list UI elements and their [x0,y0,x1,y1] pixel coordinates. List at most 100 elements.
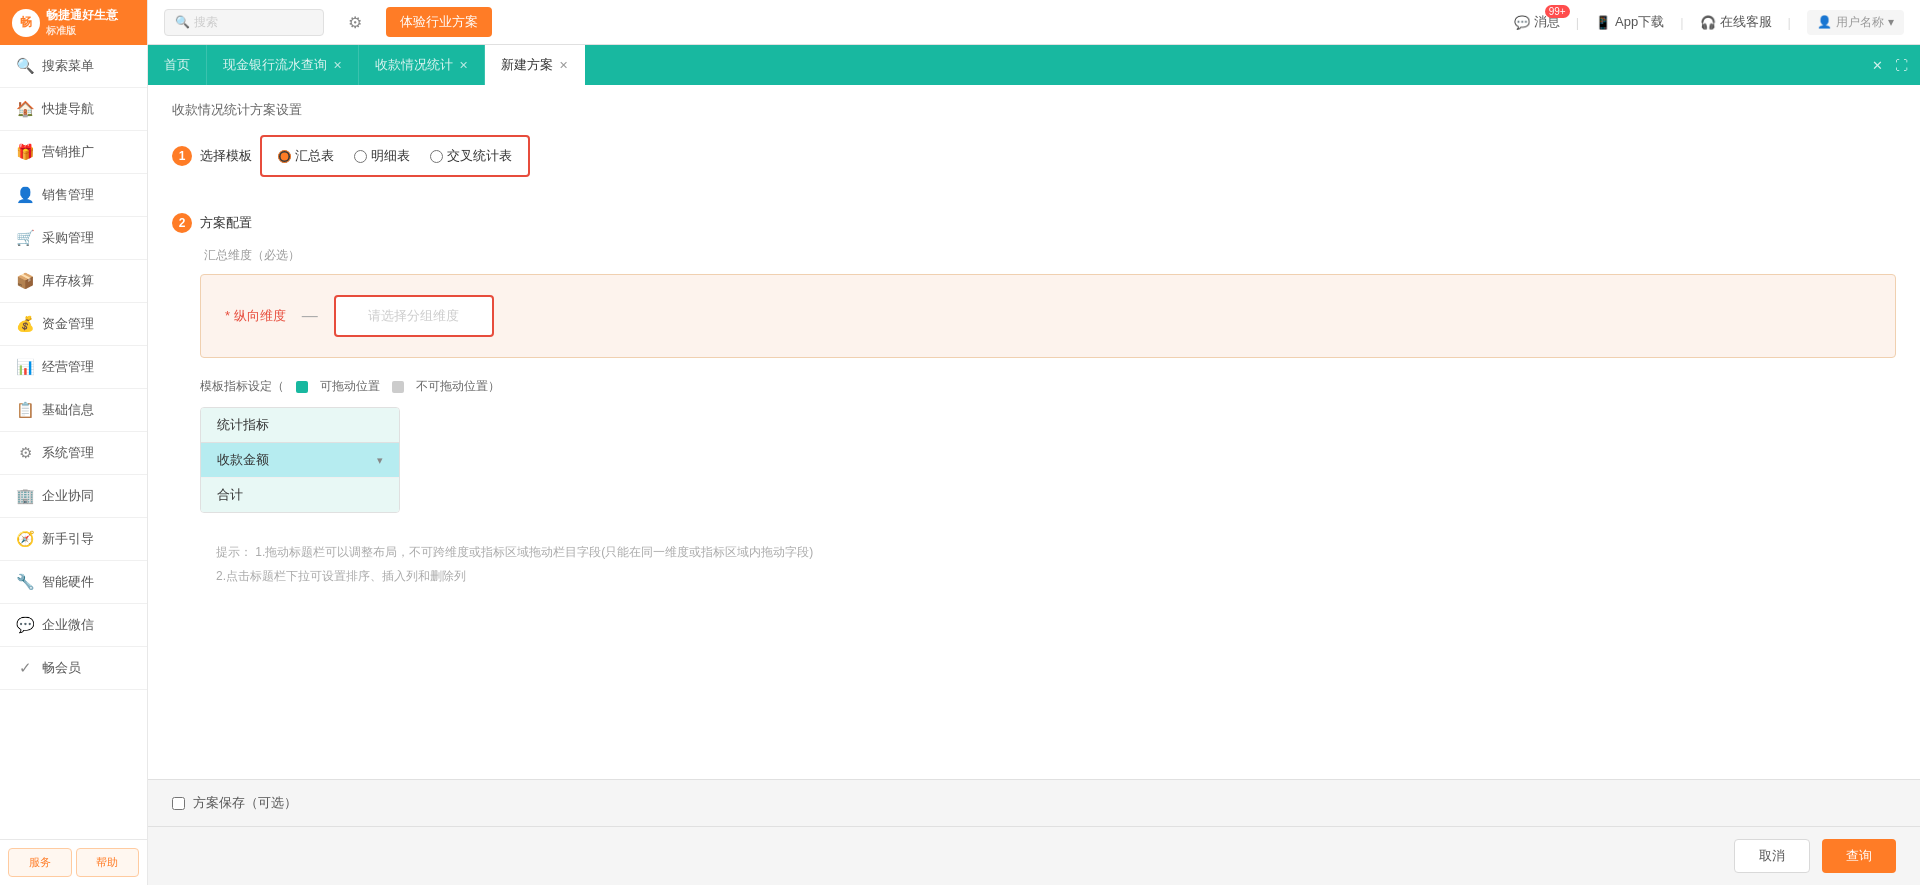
metrics-title-text: 模板指标设定（ [200,378,284,395]
tab-bank-flow-label: 现金银行流水查询 [223,56,327,74]
sidebar-item-label: 资金管理 [42,315,94,333]
radio-detail-input[interactable] [354,150,367,163]
radio-summary[interactable]: 汇总表 [278,147,334,165]
wechat-icon: 💬 [16,616,34,634]
hardware-icon: 🔧 [16,573,34,591]
sidebar-item-member[interactable]: ✓ 畅会员 [0,647,147,690]
marketing-icon: 🎁 [16,143,34,161]
metrics-item-collection[interactable]: 收款金额 ▾ [201,443,399,478]
trial-button[interactable]: 体验行业方案 [386,7,492,37]
section2-label: 方案配置 [200,214,252,232]
help-button[interactable]: 帮助 [76,848,140,877]
tab-collection-stat[interactable]: 收款情况统计 ✕ [359,45,485,85]
basic-info-icon: 📋 [16,401,34,419]
edition-label: 标准版 [46,24,118,38]
message-icon: 💬 [1514,15,1530,30]
chevron-down-icon: ▾ [1888,15,1894,29]
sidebar-item-label: 系统管理 [42,444,94,462]
sidebar-item-operation[interactable]: 📊 经营管理 [0,346,147,389]
brand-name: 畅捷通好生意 [46,7,118,24]
sidebar-item-label: 营销推广 [42,143,94,161]
dimension-dropzone[interactable]: 请选择分组维度 [334,295,494,337]
logo-text: 畅捷通好生意 标准版 [46,7,118,38]
metrics-item-label: 收款金额 [217,451,269,469]
sidebar-item-basic-info[interactable]: 📋 基础信息 [0,389,147,432]
query-button[interactable]: 查询 [1822,839,1896,873]
notification-button[interactable]: 💬 消息 99+ [1514,13,1560,31]
sidebar-item-label: 快捷导航 [42,100,94,118]
metrics-table-header: 统计指标 [201,408,399,443]
dimension-title: 汇总维度（必选） [200,247,1896,264]
topbar: 🔍 搜索 ⚙ 体验行业方案 💬 消息 99+ | 📱 App下载 | 🎧 在线客… [148,0,1920,45]
sidebar-item-hardware[interactable]: 🔧 智能硬件 [0,561,147,604]
template-options: 汇总表 明细表 交叉统计表 [260,135,530,177]
section1: 1 选择模板 汇总表 明细表 交叉统计表 [172,135,1896,177]
search-box[interactable]: 🔍 搜索 [164,9,324,36]
sidebar-bottom: 服务 帮助 [0,839,147,885]
tip-2: 2.点击标题栏下拉可设置排序、插入列和删除列 [200,564,1896,588]
save-checkbox[interactable] [172,797,185,810]
search-placeholder: 搜索 [194,14,218,31]
sidebar-item-label: 搜索菜单 [42,57,94,75]
not-draggable-label: 不可拖动位置） [416,378,500,395]
sidebar-item-label: 企业协同 [42,487,94,505]
metrics-header: 模板指标设定（ 可拖动位置 不可拖动位置） [200,378,1896,395]
user-menu[interactable]: 👤 用户名称 ▾ [1807,10,1904,35]
sidebar-item-search-menu[interactable]: 🔍 搜索菜单 [0,45,147,88]
app-download-button[interactable]: 📱 App下载 [1595,13,1664,31]
save-label[interactable]: 方案保存（可选） [193,794,297,812]
metrics-table: 统计指标 收款金额 ▾ 合计 [200,407,400,513]
service-button[interactable]: 服务 [8,848,72,877]
sidebar-item-sales[interactable]: 👤 销售管理 [0,174,147,217]
radio-crosstab[interactable]: 交叉统计表 [430,147,512,165]
sidebar-logo: 畅 畅捷通好生意 标准版 [0,0,147,45]
sales-icon: 👤 [16,186,34,204]
tab-collection-stat-close[interactable]: ✕ [459,59,468,72]
draggable-badge [296,381,308,393]
radio-summary-input[interactable] [278,150,291,163]
member-icon: ✓ [16,659,34,677]
cancel-button[interactable]: 取消 [1734,839,1810,873]
vertical-dimension-label: 纵向维度 [225,307,286,325]
sidebar-item-label: 库存核算 [42,272,94,290]
sidebar-item-label: 销售管理 [42,186,94,204]
tab-home[interactable]: 首页 [148,45,207,85]
radio-crosstab-input[interactable] [430,150,443,163]
sidebar-item-quick-nav[interactable]: 🏠 快捷导航 [0,88,147,131]
tab-actions: ✕ ⛶ [1860,45,1920,85]
tips-section: 提示： 1.拖动标题栏可以调整布局，不可跨维度或指标区域拖动栏目字段(只能在同一… [200,540,1896,588]
radio-detail[interactable]: 明细表 [354,147,410,165]
sidebar-item-label: 畅会员 [42,659,81,677]
sidebar-item-enterprise[interactable]: 🏢 企业协同 [0,475,147,518]
window-close-icon[interactable]: ✕ [1872,58,1883,73]
metrics-section: 模板指标设定（ 可拖动位置 不可拖动位置） 统计指标 收款金额 ▾ [200,378,1896,516]
finance-icon: 💰 [16,315,34,333]
sidebar-item-label: 经营管理 [42,358,94,376]
metrics-dropdown-icon[interactable]: ▾ [377,454,383,467]
sidebar-item-marketing[interactable]: 🎁 营销推广 [0,131,147,174]
online-service-button[interactable]: 🎧 在线客服 [1700,13,1772,31]
tab-new-plan-close[interactable]: ✕ [559,59,568,72]
settings-gear[interactable]: ⚙ [340,7,370,37]
section2-header: 2 方案配置 [172,213,1896,233]
divider3: | [1788,15,1791,30]
sidebar-item-purchase[interactable]: 🛒 采购管理 [0,217,147,260]
sidebar-item-system[interactable]: ⚙ 系统管理 [0,432,147,475]
sidebar-item-wechat[interactable]: 💬 企业微信 [0,604,147,647]
system-icon: ⚙ [16,444,34,462]
sidebar-nav: 🔍 搜索菜单 🏠 快捷导航 🎁 营销推广 👤 销售管理 🛒 采购管理 📦 库存核… [0,45,147,839]
sidebar-item-finance[interactable]: 💰 资金管理 [0,303,147,346]
tab-bank-flow[interactable]: 现金银行流水查询 ✕ [207,45,359,85]
content-area: 收款情况统计方案设置 1 选择模板 汇总表 明细表 交叉统计 [148,85,1920,885]
footer: 取消 查询 [148,826,1920,885]
sidebar-item-inventory[interactable]: 📦 库存核算 [0,260,147,303]
window-expand-icon[interactable]: ⛶ [1895,58,1908,73]
purchase-icon: 🛒 [16,229,34,247]
tab-new-plan[interactable]: 新建方案 ✕ [485,45,585,85]
sidebar-item-label: 基础信息 [42,401,94,419]
sidebar-item-label: 新手引导 [42,530,94,548]
sidebar-item-guide[interactable]: 🧭 新手引导 [0,518,147,561]
sidebar-item-label: 企业微信 [42,616,94,634]
tab-bank-flow-close[interactable]: ✕ [333,59,342,72]
draggable-label: 可拖动位置 [320,378,380,395]
